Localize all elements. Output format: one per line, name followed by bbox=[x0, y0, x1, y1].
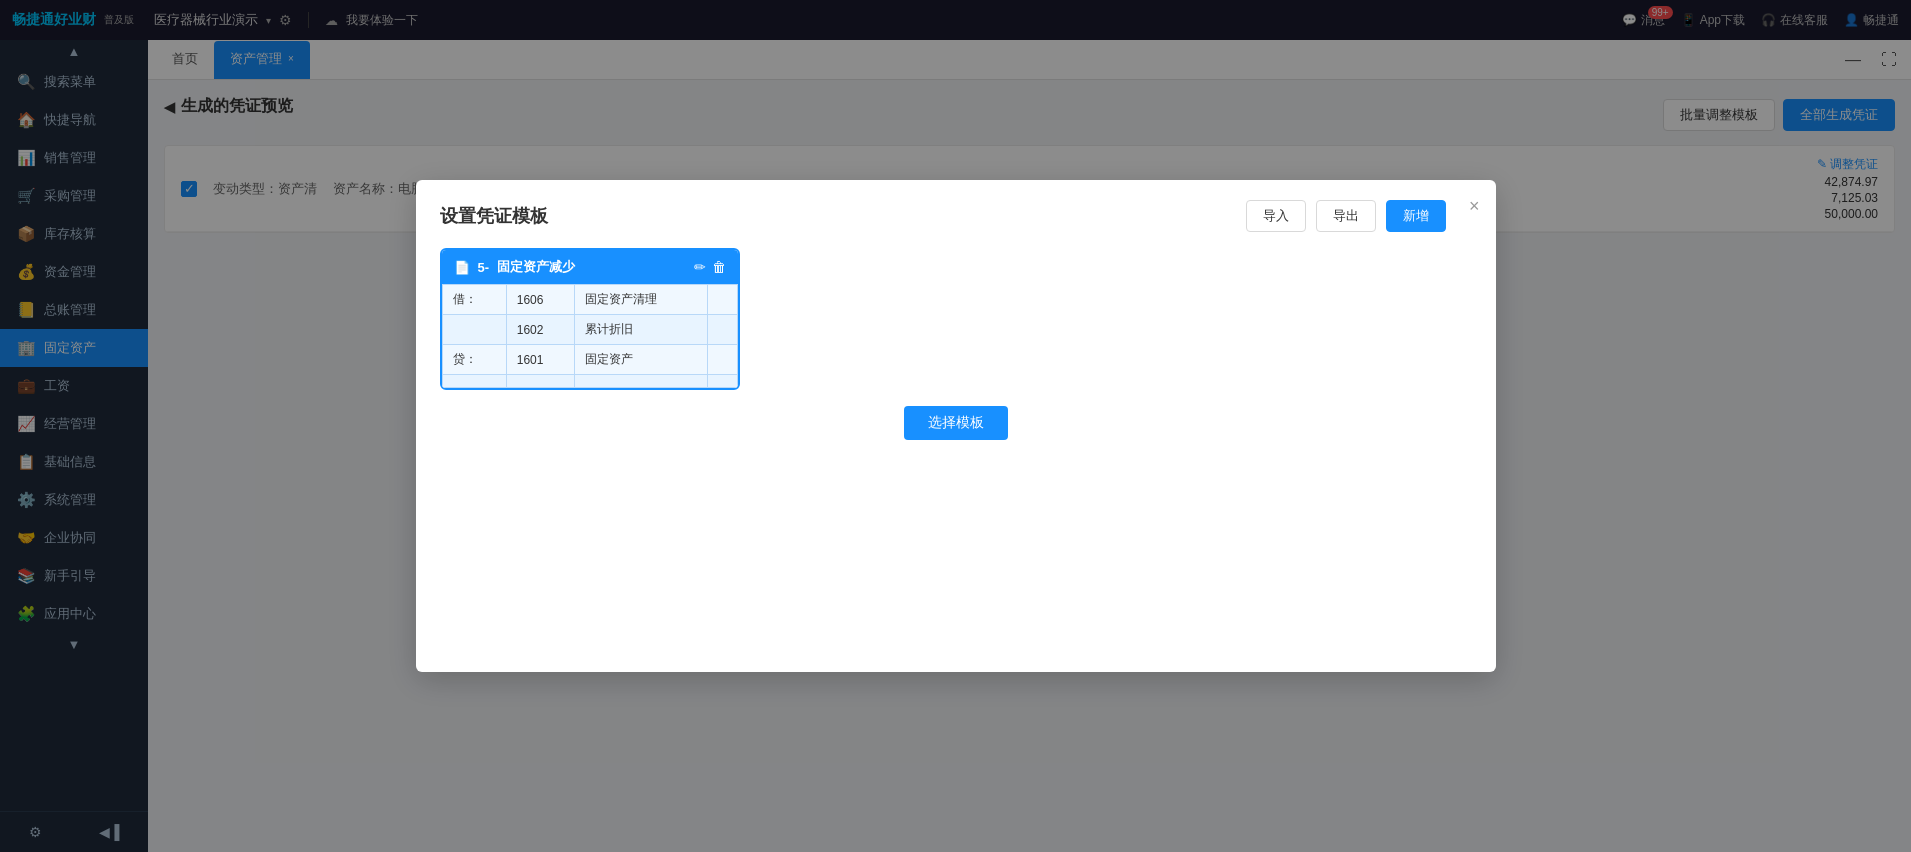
template-card-actions: ✏ 🗑 bbox=[694, 259, 726, 275]
entry-direction bbox=[442, 315, 506, 345]
template-delete-button[interactable]: 🗑 bbox=[712, 259, 726, 275]
template-entries-table: 借： 1606 固定资产清理 1602 累计折旧 贷： bbox=[442, 284, 738, 388]
entry-code bbox=[506, 375, 574, 388]
modal-body: 📄 5- 固定资产减少 ✏ 🗑 借： 1606 固定资产清理 bbox=[440, 248, 1472, 648]
template-doc-icon: 📄 bbox=[454, 260, 470, 275]
template-entry-row: 1602 累计折旧 bbox=[442, 315, 737, 345]
entry-direction: 贷： bbox=[442, 345, 506, 375]
entry-direction bbox=[442, 375, 506, 388]
entry-direction: 借： bbox=[442, 285, 506, 315]
entry-account: 固定资产清理 bbox=[574, 285, 707, 315]
modal-toolbar: 导入 导出 新增 bbox=[1246, 200, 1446, 232]
template-card: 📄 5- 固定资产减少 ✏ 🗑 借： 1606 固定资产清理 bbox=[440, 248, 740, 390]
entry-col4 bbox=[707, 315, 737, 345]
new-button[interactable]: 新增 bbox=[1386, 200, 1446, 232]
template-entry-row bbox=[442, 375, 737, 388]
template-id: 5- bbox=[478, 260, 490, 275]
entry-account bbox=[574, 375, 707, 388]
select-template-button[interactable]: 选择模板 bbox=[904, 406, 1008, 440]
entry-col4 bbox=[707, 345, 737, 375]
entry-code: 1602 bbox=[506, 315, 574, 345]
template-card-title: 📄 5- 固定资产减少 bbox=[454, 258, 576, 276]
import-button[interactable]: 导入 bbox=[1246, 200, 1306, 232]
entry-col4 bbox=[707, 375, 737, 388]
entry-code: 1606 bbox=[506, 285, 574, 315]
entry-account: 固定资产 bbox=[574, 345, 707, 375]
template-card-header: 📄 5- 固定资产减少 ✏ 🗑 bbox=[442, 250, 738, 284]
template-entry-row: 贷： 1601 固定资产 bbox=[442, 345, 737, 375]
template-name: 固定资产减少 bbox=[497, 258, 575, 276]
entry-code: 1601 bbox=[506, 345, 574, 375]
template-entry-row: 借： 1606 固定资产清理 bbox=[442, 285, 737, 315]
template-edit-button[interactable]: ✏ bbox=[694, 259, 706, 275]
modal-set-template: × 设置凭证模板 导入 导出 新增 📄 5-固定资产减少 ✏ 🗑 bbox=[416, 180, 1496, 672]
entry-col4 bbox=[707, 285, 737, 315]
entry-account: 累计折旧 bbox=[574, 315, 707, 345]
export-button[interactable]: 导出 bbox=[1316, 200, 1376, 232]
modal-close-button[interactable]: × bbox=[1469, 196, 1480, 217]
modal-overlay[interactable]: × 设置凭证模板 导入 导出 新增 📄 5-固定资产减少 ✏ 🗑 bbox=[0, 0, 1911, 852]
